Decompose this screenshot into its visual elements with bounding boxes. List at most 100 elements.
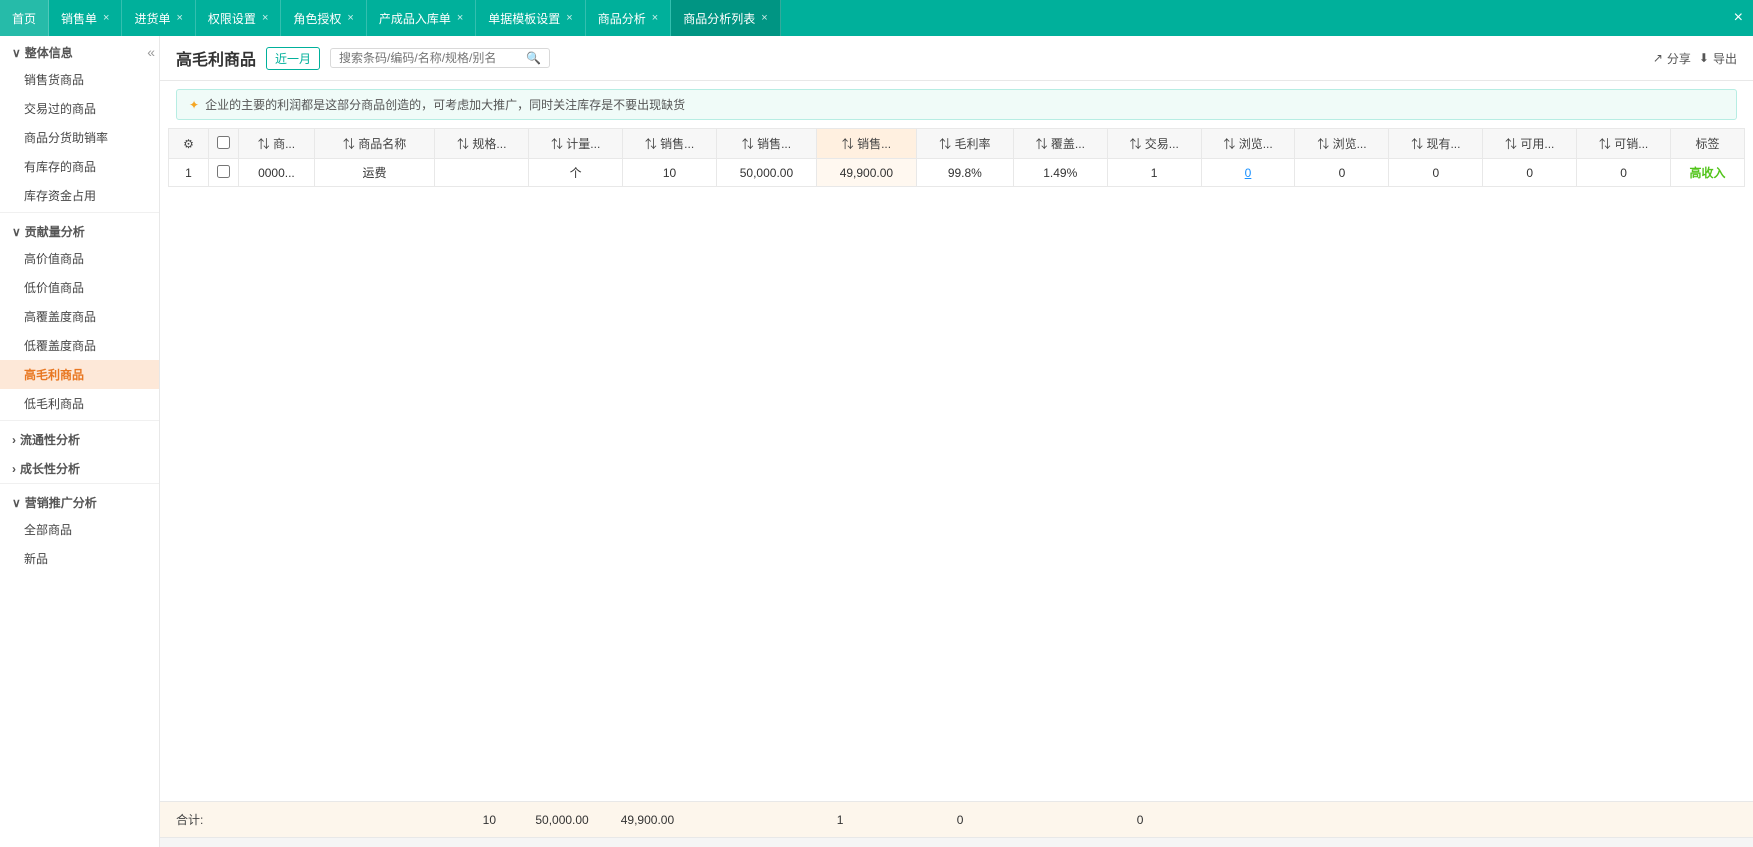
col-spec[interactable]: ⇅ 规格... [435, 129, 529, 159]
nav-tab-instock-label: 产成品入库单 [379, 10, 451, 27]
cell-index: 1 [169, 159, 209, 187]
col-unit[interactable]: ⇅ 计量... [529, 129, 623, 159]
nav-tab-purchase[interactable]: 进货单 × [122, 0, 195, 36]
sidebar-group-liquidity[interactable]: › 流通性分析 [0, 423, 159, 452]
sidebar-item-low-margin[interactable]: 低毛利商品 [0, 389, 159, 418]
chevron-down-icon: ∨ [12, 46, 21, 60]
time-filter-button[interactable]: 近一月 [266, 47, 320, 70]
footer-browse2: 0 [930, 813, 990, 827]
col-sales-cost[interactable]: ⇅ 销售... [816, 129, 916, 159]
nav-tab-template[interactable]: 单据模板设置 × [476, 0, 585, 36]
browse1-link[interactable]: 0 [1245, 166, 1252, 180]
close-instock-icon[interactable]: × [457, 12, 463, 24]
col-browse2[interactable]: ⇅ 浏览... [1295, 129, 1389, 159]
bottom-scroll[interactable] [160, 837, 1753, 847]
tag-badge: 高收入 [1690, 166, 1726, 180]
cell-sellable: 0 [1577, 159, 1671, 187]
sort-icon-browse1: ⇅ [1223, 137, 1235, 151]
select-all-checkbox[interactable] [217, 136, 230, 149]
sidebar-group-contribution[interactable]: ∨ 贡献量分析 [0, 215, 159, 244]
close-template-icon[interactable]: × [566, 12, 572, 24]
sort-icon: ⇅ [258, 137, 270, 151]
col-sellable[interactable]: ⇅ 可销... [1577, 129, 1671, 159]
col-sales-qty[interactable]: ⇅ 销售... [623, 129, 717, 159]
row-checkbox[interactable] [217, 165, 230, 178]
search-input[interactable] [339, 51, 526, 65]
cell-browse2: 0 [1295, 159, 1389, 187]
sidebar-item-assist-rate[interactable]: 商品分货助销率 [0, 123, 159, 152]
sidebar-item-low-value[interactable]: 低价值商品 [0, 273, 159, 302]
col-code[interactable]: ⇅ 商... [239, 129, 315, 159]
close-analysis-icon[interactable]: × [652, 12, 658, 24]
col-available[interactable]: ⇅ 可用... [1483, 129, 1577, 159]
nav-tab-analysis-list[interactable]: 商品分析列表 × [671, 0, 780, 36]
footer-bar: 合计: 10 50,000.00 49,900.00 1 0 0 [160, 801, 1753, 837]
cell-available: 0 [1483, 159, 1577, 187]
sort-icon-spec: ⇅ [457, 137, 469, 151]
nav-tab-perms-label: 权限设置 [208, 10, 256, 27]
col-gross-rate[interactable]: ⇅ 毛利率 [916, 129, 1013, 159]
sidebar-group-marketing[interactable]: ∨ 营销推广分析 [0, 486, 159, 515]
nav-tab-perms[interactable]: 权限设置 × [196, 0, 281, 36]
sidebar-group-growth[interactable]: › 成长性分析 [0, 452, 159, 481]
nav-tab-sales[interactable]: 销售单 × [49, 0, 122, 36]
sidebar-item-all-goods[interactable]: 全部商品 [0, 515, 159, 544]
close-perms-icon[interactable]: × [262, 12, 268, 24]
sidebar-item-sales-goods[interactable]: 销售货商品 [0, 65, 159, 94]
sort-icon-sales-cost: ⇅ [842, 137, 854, 151]
col-sales-amt[interactable]: ⇅ 销售... [716, 129, 816, 159]
footer-sales-amt: 50,000.00 [519, 813, 604, 827]
sidebar-group-overall-label: 整体信息 [25, 44, 73, 61]
col-checkbox [209, 129, 239, 159]
divider-3 [0, 483, 159, 484]
cell-spec [435, 159, 529, 187]
sidebar-item-new-goods[interactable]: 新品 [0, 544, 159, 573]
chevron-right-icon: › [12, 433, 16, 447]
sidebar-group-marketing-label: 营销推广分析 [25, 494, 97, 511]
sidebar: « ∨ 整体信息 销售货商品 交易过的商品 商品分货助销率 有库存的商品 库存资… [0, 36, 160, 847]
sidebar-item-high-coverage[interactable]: 高覆盖度商品 [0, 302, 159, 331]
search-icon[interactable]: 🔍 [526, 51, 541, 65]
sidebar-item-stock-capital[interactable]: 库存资金占用 [0, 181, 159, 210]
chevron-down-icon-2: ∨ [12, 225, 21, 239]
close-purchase-icon[interactable]: × [176, 12, 182, 24]
close-roles-icon[interactable]: × [347, 12, 353, 24]
sidebar-item-low-coverage[interactable]: 低覆盖度商品 [0, 331, 159, 360]
content-header: 高毛利商品 近一月 🔍 ↗ 分享 ⬇ 导出 [160, 36, 1753, 81]
nav-tab-purchase-label: 进货单 [134, 10, 170, 27]
col-current-stock[interactable]: ⇅ 现有... [1389, 129, 1483, 159]
col-transactions[interactable]: ⇅ 交易... [1107, 129, 1201, 159]
export-button[interactable]: ⬇ 导出 [1699, 50, 1737, 67]
col-coverage[interactable]: ⇅ 覆盖... [1013, 129, 1107, 159]
info-text: 企业的主要的利润都是这部分商品创造的，可考虑加大推广，同时关注库存是不要出现缺货 [205, 96, 685, 113]
nav-tab-home[interactable]: 首页 [0, 0, 49, 36]
share-label: 分享 [1667, 50, 1691, 67]
close-all-button[interactable]: × [1724, 0, 1753, 36]
cell-transactions: 1 [1107, 159, 1201, 187]
sidebar-item-traded-goods[interactable]: 交易过的商品 [0, 94, 159, 123]
close-analysis-list-icon[interactable]: × [761, 12, 767, 24]
nav-tab-instock[interactable]: 产成品入库单 × [367, 0, 476, 36]
col-browse1[interactable]: ⇅ 浏览... [1201, 129, 1295, 159]
share-button[interactable]: ↗ 分享 [1653, 50, 1691, 67]
cell-sales-qty: 10 [623, 159, 717, 187]
sort-icon-coverage: ⇅ [1036, 137, 1048, 151]
footer-sales-qty: 10 [459, 813, 519, 827]
close-sales-icon[interactable]: × [103, 12, 109, 24]
nav-tab-analysis[interactable]: 商品分析 × [586, 0, 671, 36]
sort-icon-trans: ⇅ [1129, 137, 1141, 151]
sidebar-collapse-button[interactable]: « [147, 44, 155, 60]
sidebar-item-high-margin[interactable]: 高毛利商品 [0, 360, 159, 389]
sidebar-item-high-value[interactable]: 高价值商品 [0, 244, 159, 273]
col-name[interactable]: ⇅ 商品名称 [314, 129, 434, 159]
cell-current-stock: 0 [1389, 159, 1483, 187]
info-icon: ✦ [189, 98, 199, 112]
divider-2 [0, 420, 159, 421]
footer-total-label: 合计: [176, 811, 219, 828]
sidebar-group-overall[interactable]: ∨ 整体信息 [0, 36, 159, 65]
sidebar-group-liquidity-label: 流通性分析 [20, 431, 80, 448]
nav-tab-roles[interactable]: 角色授权 × [281, 0, 366, 36]
settings-icon[interactable]: ⚙ [183, 137, 194, 151]
footer-transactions: 1 [810, 813, 870, 827]
sidebar-item-stocked-goods[interactable]: 有库存的商品 [0, 152, 159, 181]
